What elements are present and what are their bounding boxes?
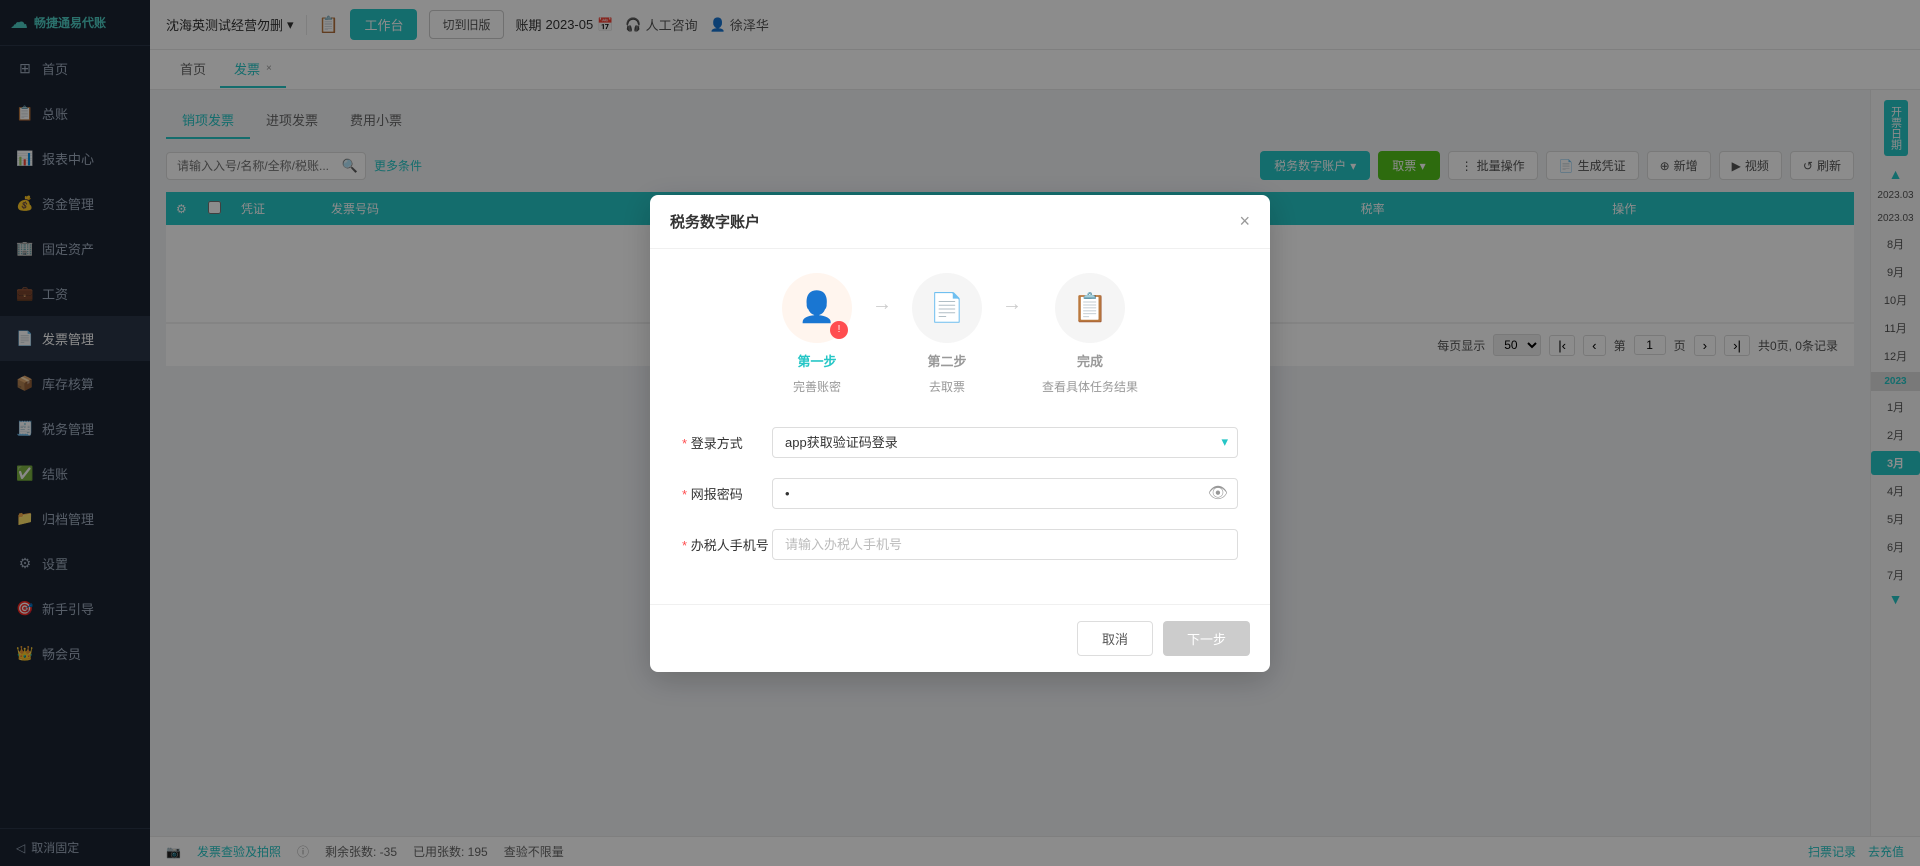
modal-overlay[interactable]: 税务数字账户 × 👤 ! 第一步 完善账密 →	[0, 0, 1920, 866]
login-method-select[interactable]: app获取验证码登录	[772, 427, 1238, 458]
step-arrow-1: →	[852, 293, 912, 316]
password-control: 👁	[772, 478, 1238, 509]
step-1-desc: 完善账密	[793, 378, 841, 395]
cancel-button[interactable]: 取消	[1077, 621, 1153, 656]
step-2-label: 第二步	[927, 351, 966, 370]
step-2-desc: 去取票	[929, 378, 965, 395]
modal-title: 税务数字账户	[670, 211, 760, 232]
login-method-row: * 登录方式 app获取验证码登录 ▾	[682, 427, 1238, 458]
steps: 👤 ! 第一步 完善账密 → 📄 第二步 去取票 →	[682, 273, 1238, 395]
step-2: 📄 第二步 去取票	[912, 273, 982, 395]
step-1: 👤 ! 第一步 完善账密	[782, 273, 852, 395]
phone-input[interactable]	[772, 529, 1238, 560]
phone-control	[772, 529, 1238, 560]
login-method-label: * 登录方式	[682, 433, 772, 452]
modal-close-btn[interactable]: ×	[1239, 211, 1250, 232]
password-label: * 网报密码	[682, 484, 772, 503]
step-3-desc: 查看具体任务结果	[1042, 378, 1138, 395]
modal-footer: 取消 下一步	[650, 604, 1270, 672]
next-button[interactable]: 下一步	[1163, 621, 1250, 656]
step-3-clipboard-icon: 📋	[1073, 291, 1108, 324]
step-3-icon: 📋	[1055, 273, 1125, 343]
step-1-badge: !	[830, 321, 848, 339]
login-method-control: app获取验证码登录 ▾	[772, 427, 1238, 458]
password-input[interactable]	[772, 478, 1238, 509]
step-1-icon: 👤 !	[782, 273, 852, 343]
phone-row: * 办税人手机号	[682, 529, 1238, 560]
phone-label: * 办税人手机号	[682, 535, 772, 554]
tax-digital-modal: 税务数字账户 × 👤 ! 第一步 完善账密 →	[650, 195, 1270, 672]
modal-body: 👤 ! 第一步 完善账密 → 📄 第二步 去取票 →	[650, 249, 1270, 604]
step-1-user-icon: 👤	[798, 290, 835, 325]
password-row: * 网报密码 👁	[682, 478, 1238, 509]
step-arrow-2: →	[982, 293, 1042, 316]
step-2-icon: 📄	[912, 273, 982, 343]
step-3: 📋 完成 查看具体任务结果	[1042, 273, 1138, 395]
password-toggle-icon[interactable]: 👁	[1208, 483, 1228, 503]
step-1-label: 第一步	[797, 351, 836, 370]
modal-header: 税务数字账户 ×	[650, 195, 1270, 249]
step-3-label: 完成	[1077, 351, 1103, 370]
step-2-doc-icon: 📄	[930, 291, 965, 324]
